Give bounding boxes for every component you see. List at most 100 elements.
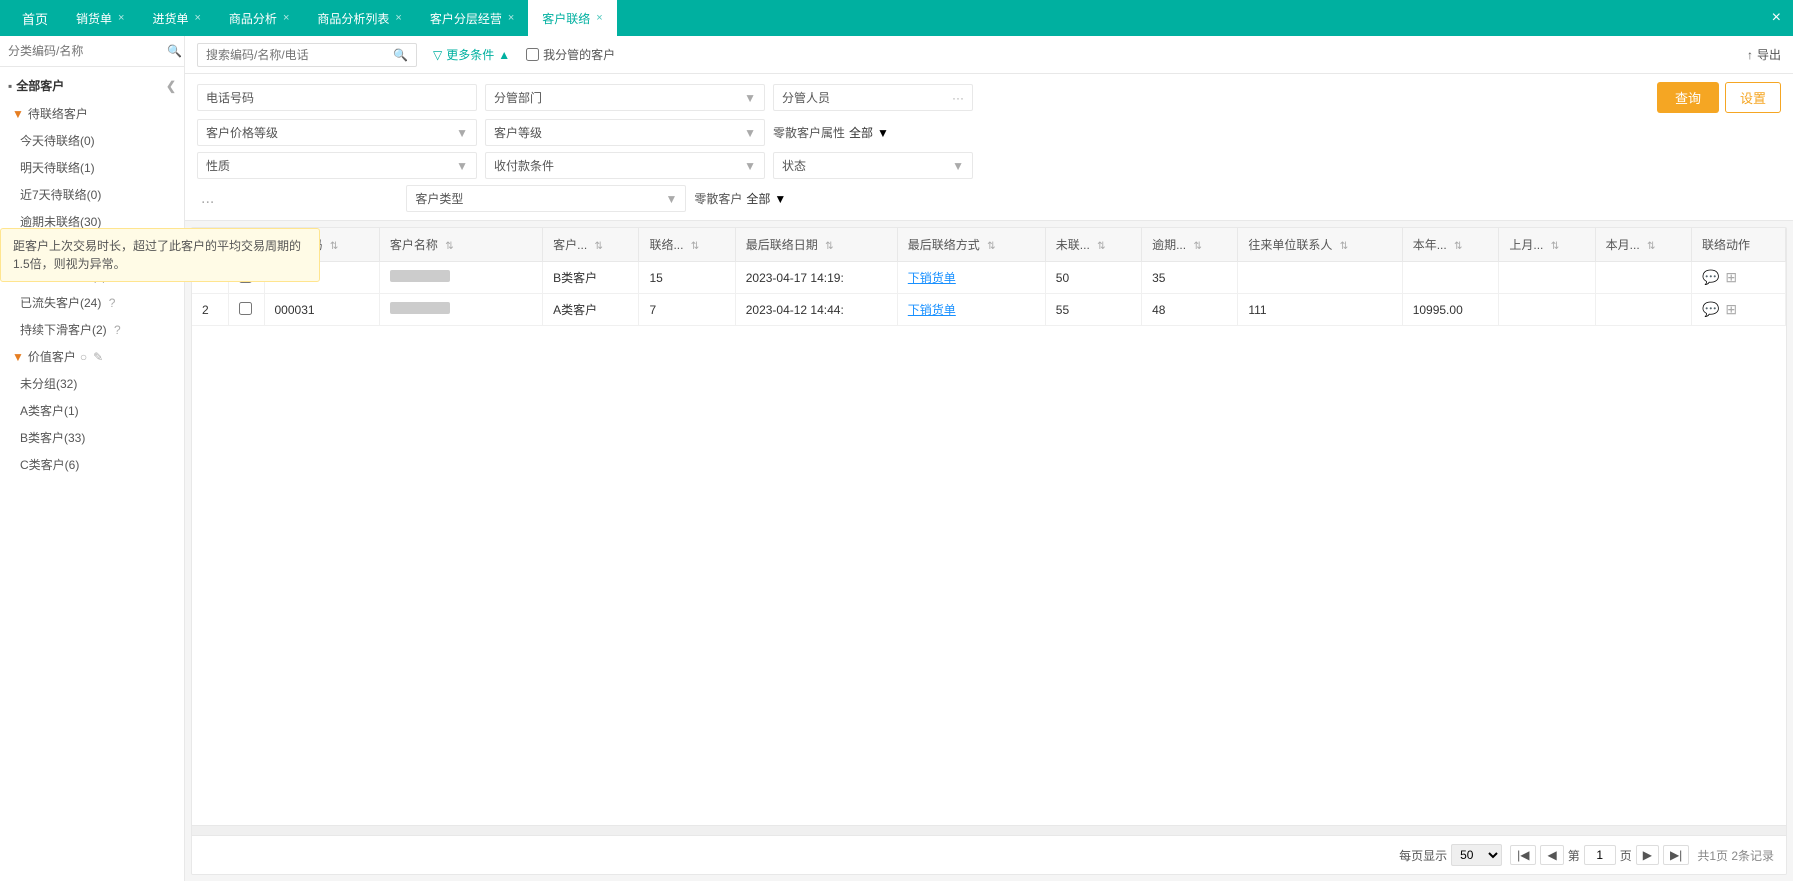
prev-page-btn[interactable]: ◀ bbox=[1540, 845, 1563, 865]
page-number-input[interactable] bbox=[1584, 845, 1616, 865]
customer-level-arrow: ▼ bbox=[744, 126, 756, 140]
query-button[interactable]: 查询 bbox=[1657, 82, 1719, 113]
sidebar-content: ▪ 全部客户 ❮ ▼ 待联络客户 今天待联络(0) 明天待联络(1) 近7天待联… bbox=[0, 67, 184, 881]
row1-chat-icon[interactable]: 💬 bbox=[1702, 269, 1719, 286]
sidebar-today-pending[interactable]: 今天待联络(0) bbox=[0, 127, 184, 154]
sidebar-7days-pending[interactable]: 近7天待联络(0) bbox=[0, 181, 184, 208]
sort-last-month-icon[interactable]: ⇅ bbox=[1551, 241, 1559, 252]
nav-purchase-close[interactable]: × bbox=[194, 12, 200, 24]
nature-arrow: ▼ bbox=[456, 159, 468, 173]
row1-action: 💬 ⊞ bbox=[1691, 262, 1785, 294]
sidebar-lost[interactable]: 已流失客户(24) ? bbox=[0, 289, 184, 316]
per-page-select[interactable]: 10 20 50 100 bbox=[1451, 844, 1502, 866]
sort-unit-contacts-icon[interactable]: ⇅ bbox=[1340, 241, 1348, 252]
filter-price-level[interactable]: 客户价格等级 ▼ bbox=[197, 119, 477, 146]
col-last-month: 上月... ⇅ bbox=[1499, 228, 1595, 262]
close-all-btn[interactable]: × bbox=[1772, 9, 1781, 27]
nav-customer-segment[interactable]: 客户分层经营 × bbox=[416, 0, 528, 36]
nav-purchase[interactable]: 进货单 × bbox=[138, 0, 214, 36]
sidebar-tomorrow-pending[interactable]: 明天待联络(1) bbox=[0, 154, 184, 181]
filter-status[interactable]: 状态 ▼ bbox=[773, 152, 973, 179]
filter-nature[interactable]: 性质 ▼ bbox=[197, 152, 477, 179]
nav-product-list[interactable]: 商品分析列表 × bbox=[303, 0, 415, 36]
row2-chat-icon[interactable]: 💬 bbox=[1702, 301, 1719, 318]
filter-division[interactable]: 分管部门 ▼ bbox=[485, 84, 765, 111]
sort-this-month-icon[interactable]: ⇅ bbox=[1647, 241, 1655, 252]
sort-last-date-icon[interactable]: ⇅ bbox=[825, 241, 833, 252]
row2-checkbox-cell[interactable] bbox=[228, 294, 264, 326]
scattered-attr-arrow[interactable]: ▼ bbox=[877, 126, 889, 140]
nav-product-list-close[interactable]: × bbox=[395, 12, 401, 24]
sidebar-ungrouped[interactable]: 未分组(32) bbox=[0, 370, 184, 397]
row2-method-link[interactable]: 下销货单 bbox=[908, 303, 956, 317]
row2-last-method[interactable]: 下销货单 bbox=[897, 294, 1045, 326]
sidebar-pending-group[interactable]: ▼ 待联络客户 bbox=[0, 100, 184, 127]
row2-checkbox[interactable] bbox=[239, 302, 252, 315]
filter-manager[interactable]: 分管人员 ··· bbox=[773, 84, 973, 111]
question-icon-already-lost[interactable]: ? bbox=[109, 296, 116, 310]
filter-search-icon[interactable]: 🔍 bbox=[393, 48, 408, 62]
sidebar-all-customers[interactable]: ▪ 全部客户 ❮ bbox=[0, 71, 184, 100]
edit-icon[interactable]: ✎ bbox=[93, 350, 103, 364]
nav-customer-segment-close[interactable]: × bbox=[508, 12, 514, 24]
sort-code-icon[interactable]: ⇅ bbox=[330, 241, 338, 252]
col-unit-contacts: 往来单位联系人 ⇅ bbox=[1238, 228, 1402, 262]
sidebar-type-c[interactable]: C类客户(6) bbox=[0, 451, 184, 478]
filter-row-4: ... 客户类型 ▼ 零散客户 全部 ▼ bbox=[197, 185, 1781, 212]
row1-grid-icon[interactable]: ⊞ bbox=[1725, 269, 1737, 286]
col-type: 客户... ⇅ bbox=[543, 228, 639, 262]
sort-this-year-icon[interactable]: ⇅ bbox=[1454, 241, 1462, 252]
horizontal-scrollbar[interactable] bbox=[192, 825, 1786, 835]
sort-type-icon[interactable]: ⇅ bbox=[595, 241, 603, 252]
col-contact-label: 联络... bbox=[649, 238, 683, 252]
row1-last-method[interactable]: 下销货单 bbox=[897, 262, 1045, 294]
col-last-date: 最后联络日期 ⇅ bbox=[735, 228, 897, 262]
table-scroll[interactable]: ⚙ 客户编码 ⇅ 客户名称 ⇅ bbox=[192, 228, 1786, 825]
scattered-arrow[interactable]: ▼ bbox=[774, 192, 786, 206]
nav-customer-contact[interactable]: 客户联络 × bbox=[528, 0, 616, 36]
my-customer-checkbox[interactable] bbox=[526, 48, 539, 61]
sort-contact-icon[interactable]: ⇅ bbox=[691, 241, 699, 252]
sidebar-declining[interactable]: 持续下滑客户(2) ? bbox=[0, 316, 184, 343]
collapse-btn[interactable]: ❮ bbox=[166, 79, 176, 93]
my-customer-checkbox-label[interactable]: 我分管的客户 bbox=[526, 46, 615, 63]
col-last-date-label: 最后联络日期 bbox=[746, 238, 818, 252]
row4-dots[interactable]: ... bbox=[197, 190, 218, 208]
row2-contact: 7 bbox=[639, 294, 735, 326]
nav-product-analysis[interactable]: 商品分析 × bbox=[215, 0, 303, 36]
more-filter-btn[interactable]: ▽ 更多条件 ▲ bbox=[425, 42, 518, 67]
nav-customer-contact-close[interactable]: × bbox=[596, 12, 602, 24]
export-btn[interactable]: ↑ 导出 bbox=[1747, 46, 1781, 63]
filter-customer-level[interactable]: 客户等级 ▼ bbox=[485, 119, 765, 146]
row1-method-link[interactable]: 下销货单 bbox=[908, 271, 956, 285]
sort-name-icon[interactable]: ⇅ bbox=[445, 241, 453, 252]
manager-dots[interactable]: ··· bbox=[952, 91, 964, 105]
filter-payment[interactable]: 收付款条件 ▼ bbox=[485, 152, 765, 179]
status-arrow: ▼ bbox=[952, 159, 964, 173]
page-nav-area: |◀ ◀ 第 页 ▶ ▶| bbox=[1510, 845, 1689, 865]
sidebar-search-icon[interactable]: 🔍 bbox=[167, 44, 182, 58]
next-page-btn[interactable]: ▶ bbox=[1636, 845, 1659, 865]
nav-sales-close[interactable]: × bbox=[118, 12, 124, 24]
filter-phone[interactable]: 电话号码 bbox=[197, 84, 477, 111]
filter-search-input[interactable] bbox=[206, 48, 393, 62]
nav-product-analysis-close[interactable]: × bbox=[283, 12, 289, 24]
advanced-filter: 电话号码 分管部门 ▼ 分管人员 ··· 查询 设置 客户价格等级 bbox=[185, 74, 1793, 221]
sort-overdue-icon[interactable]: ⇅ bbox=[1193, 241, 1201, 252]
nav-sales[interactable]: 销货单 × bbox=[62, 0, 138, 36]
sort-last-method-icon[interactable]: ⇅ bbox=[987, 241, 995, 252]
settings-button[interactable]: 设置 bbox=[1725, 82, 1781, 113]
sidebar-value-group[interactable]: ▼ 价值客户 ○ ✎ bbox=[0, 343, 184, 370]
row2-grid-icon[interactable]: ⊞ bbox=[1725, 301, 1737, 318]
question-icon-declining[interactable]: ? bbox=[114, 323, 121, 337]
filter-customer-type[interactable]: 客户类型 ▼ bbox=[406, 185, 686, 212]
last-page-btn[interactable]: ▶| bbox=[1663, 845, 1689, 865]
sort-uncontacted-icon[interactable]: ⇅ bbox=[1097, 241, 1105, 252]
col-name-label: 客户名称 bbox=[390, 238, 438, 252]
first-page-btn[interactable]: |◀ bbox=[1510, 845, 1536, 865]
sidebar-type-b[interactable]: B类客户(33) bbox=[0, 424, 184, 451]
sidebar-type-a[interactable]: A类客户(1) bbox=[0, 397, 184, 424]
row2-unit-contacts: 111 bbox=[1238, 294, 1402, 326]
nav-home[interactable]: 首页 bbox=[8, 0, 62, 36]
sidebar-search-input[interactable] bbox=[8, 44, 163, 58]
